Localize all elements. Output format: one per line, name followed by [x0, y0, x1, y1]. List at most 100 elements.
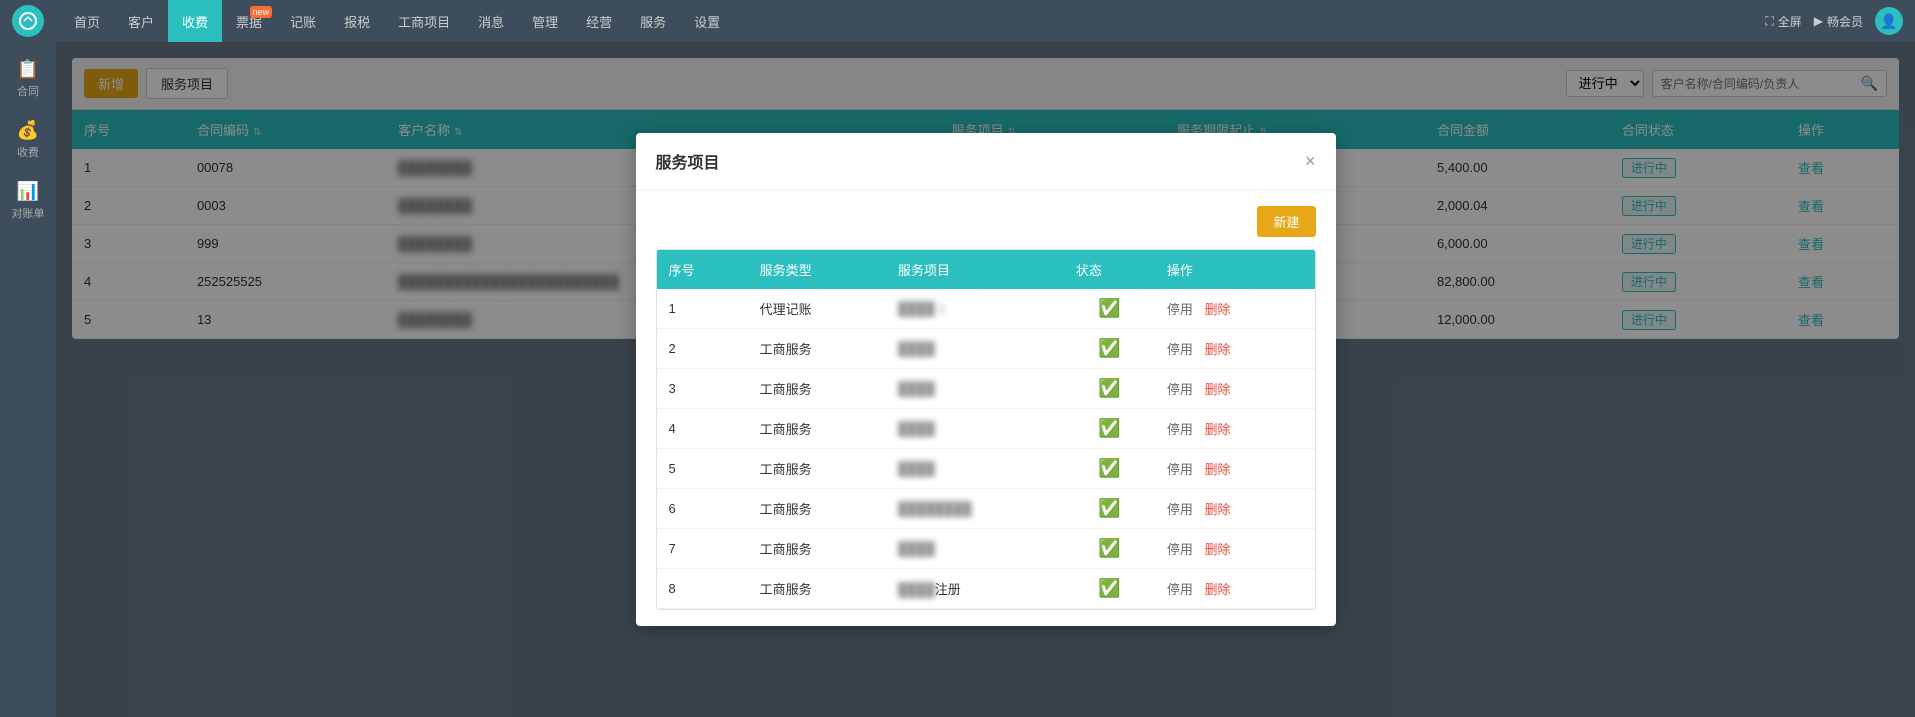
delete-action[interactable]: 删除	[1205, 302, 1231, 317]
modal-cell-action: 停用 删除	[1155, 489, 1315, 529]
nav-business[interactable]: 工商项目	[384, 0, 464, 42]
modal-cell-status: ✅	[1064, 489, 1155, 529]
modal-cell-item: ████	[886, 329, 1064, 369]
modal-cell-status: ✅	[1064, 569, 1155, 609]
nav-right-area: ⛶ 全屏 ▶ 畅会员 👤	[1765, 7, 1903, 35]
modal-cell-type: 工商服务	[748, 489, 886, 529]
sidebar-item-contract[interactable]: 📋 合同	[0, 50, 56, 107]
status-check-icon: ✅	[1098, 378, 1120, 398]
status-check-icon: ✅	[1098, 338, 1120, 358]
modal-cell-item: ████	[886, 369, 1064, 409]
modal-cell-item: ████ 1	[886, 289, 1064, 329]
list-item: 8 工商服务 ████注册 ✅ 停用 删除	[657, 569, 1315, 609]
modal-cell-action: 停用 删除	[1155, 449, 1315, 489]
fullscreen-button[interactable]: ⛶ 全屏	[1765, 13, 1801, 30]
stop-action[interactable]: 停用	[1167, 342, 1193, 357]
delete-action[interactable]: 删除	[1205, 502, 1231, 517]
modal-overlay[interactable]: 服务项目 × 新建 序号 服务类型 服务项目	[56, 42, 1915, 717]
delete-action[interactable]: 删除	[1205, 582, 1231, 597]
fullscreen-icon: ⛶	[1765, 14, 1773, 29]
nav-service[interactable]: 服务	[626, 0, 680, 42]
status-check-icon: ✅	[1098, 298, 1120, 318]
modal-cell-seq: 8	[657, 569, 748, 609]
modal-close-button[interactable]: ×	[1305, 152, 1316, 170]
stop-action[interactable]: 停用	[1167, 582, 1193, 597]
reconcile-icon: 📊	[17, 180, 39, 202]
modal-cell-type: 工商服务	[748, 529, 886, 569]
modal-cell-seq: 4	[657, 409, 748, 449]
nav-manage[interactable]: 管理	[518, 0, 572, 42]
delete-action[interactable]: 删除	[1205, 342, 1231, 357]
nav-client[interactable]: 客户	[114, 0, 168, 42]
modal-cell-action: 停用 删除	[1155, 289, 1315, 329]
modal-cell-seq: 6	[657, 489, 748, 529]
status-check-icon: ✅	[1098, 578, 1120, 598]
fee-icon: 💰	[17, 119, 39, 141]
service-modal: 服务项目 × 新建 序号 服务类型 服务项目	[636, 133, 1336, 626]
new-badge: new	[250, 6, 273, 18]
modal-cell-type: 代理记账	[748, 289, 886, 329]
delete-action[interactable]: 删除	[1205, 542, 1231, 557]
modal-cell-item: ████	[886, 409, 1064, 449]
modal-cell-item: ████	[886, 449, 1064, 489]
main-content-area: 新增 服务项目 进行中 全部 已完成 终止 🔍	[56, 42, 1915, 717]
nav-message[interactable]: 消息	[464, 0, 518, 42]
nav-operation[interactable]: 经营	[572, 0, 626, 42]
modal-col-action: 操作	[1155, 250, 1315, 289]
delete-action[interactable]: 删除	[1205, 422, 1231, 437]
modal-cell-type: 工商服务	[748, 569, 886, 609]
modal-body: 新建 序号 服务类型 服务项目 状态 操作	[636, 190, 1336, 626]
delete-action[interactable]: 删除	[1205, 462, 1231, 477]
user-avatar[interactable]: 👤	[1875, 7, 1903, 35]
service-table: 序号 服务类型 服务项目 状态 操作 1 代理记账 ████ 1 ✅ 停用	[657, 250, 1315, 609]
status-check-icon: ✅	[1098, 538, 1120, 558]
stop-action[interactable]: 停用	[1167, 542, 1193, 557]
list-item: 2 工商服务 ████ ✅ 停用 删除	[657, 329, 1315, 369]
stop-action[interactable]: 停用	[1167, 462, 1193, 477]
modal-cell-status: ✅	[1064, 449, 1155, 489]
nav-home[interactable]: 首页	[60, 0, 114, 42]
list-item: 4 工商服务 ████ ✅ 停用 删除	[657, 409, 1315, 449]
modal-cell-action: 停用 删除	[1155, 329, 1315, 369]
member-button[interactable]: ▶ 畅会员	[1814, 13, 1863, 30]
modal-new-button[interactable]: 新建	[1257, 206, 1315, 237]
modal-cell-action: 停用 删除	[1155, 409, 1315, 449]
modal-col-status: 状态	[1064, 250, 1155, 289]
stop-action[interactable]: 停用	[1167, 502, 1193, 517]
main-layout: 📋 合同 💰 收费 📊 对账单 新增 服务项目 进行中 全部 已完成	[0, 42, 1915, 717]
nav-invoice[interactable]: 票据 new	[222, 0, 276, 42]
modal-cell-item: ████注册	[886, 569, 1064, 609]
delete-action[interactable]: 删除	[1205, 382, 1231, 397]
modal-cell-seq: 1	[657, 289, 748, 329]
nav-bookkeeping[interactable]: 记账	[276, 0, 330, 42]
modal-cell-status: ✅	[1064, 369, 1155, 409]
top-navigation: 首页 客户 收费 票据 new 记账 报税 工商项目 消息 管理 经营 服务 设…	[0, 0, 1915, 42]
modal-cell-type: 工商服务	[748, 369, 886, 409]
modal-cell-status: ✅	[1064, 409, 1155, 449]
modal-cell-status: ✅	[1064, 329, 1155, 369]
status-check-icon: ✅	[1098, 498, 1120, 518]
modal-col-seq: 序号	[657, 250, 748, 289]
modal-cell-action: 停用 删除	[1155, 529, 1315, 569]
modal-cell-status: ✅	[1064, 529, 1155, 569]
nav-settings[interactable]: 设置	[680, 0, 734, 42]
stop-action[interactable]: 停用	[1167, 422, 1193, 437]
app-logo	[12, 5, 44, 37]
nav-menu: 首页 客户 收费 票据 new 记账 报税 工商项目 消息 管理 经营 服务 设…	[60, 0, 1765, 42]
sidebar-item-reconcile[interactable]: 📊 对账单	[0, 172, 56, 229]
stop-action[interactable]: 停用	[1167, 382, 1193, 397]
modal-table-wrap[interactable]: 序号 服务类型 服务项目 状态 操作 1 代理记账 ████ 1 ✅ 停用	[656, 249, 1316, 610]
modal-cell-action: 停用 删除	[1155, 369, 1315, 409]
service-table-header: 序号 服务类型 服务项目 状态 操作	[657, 250, 1315, 289]
modal-title: 服务项目	[656, 149, 720, 173]
list-item: 7 工商服务 ████ ✅ 停用 删除	[657, 529, 1315, 569]
modal-cell-seq: 2	[657, 329, 748, 369]
modal-cell-item: ████	[886, 529, 1064, 569]
nav-fee[interactable]: 收费	[168, 0, 222, 42]
modal-cell-status: ✅	[1064, 289, 1155, 329]
list-item: 6 工商服务 ████████ ✅ 停用 删除	[657, 489, 1315, 529]
stop-action[interactable]: 停用	[1167, 302, 1193, 317]
modal-cell-type: 工商服务	[748, 329, 886, 369]
sidebar-item-fee[interactable]: 💰 收费	[0, 111, 56, 168]
nav-tax[interactable]: 报税	[330, 0, 384, 42]
